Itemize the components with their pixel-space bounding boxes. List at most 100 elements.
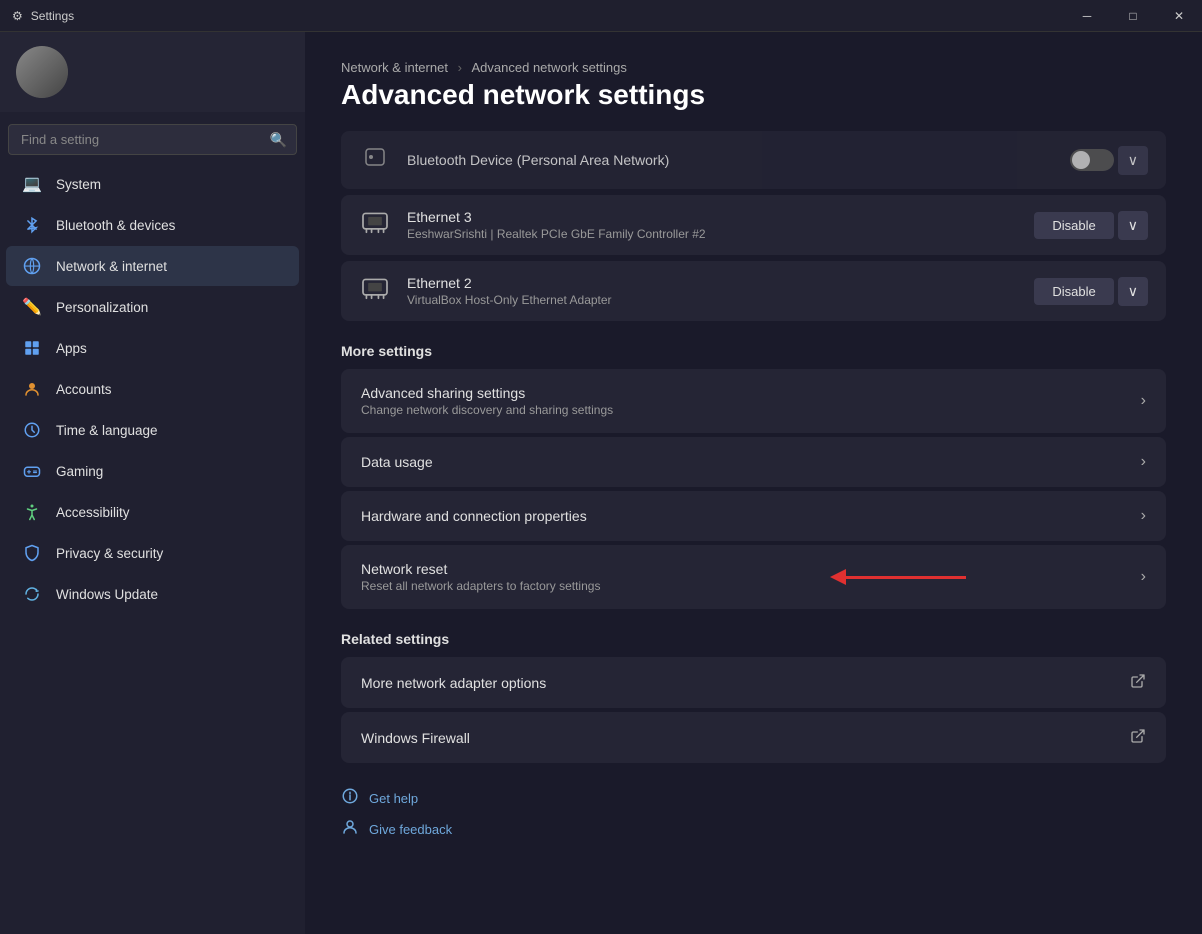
accounts-icon	[22, 379, 42, 399]
adapter-card-bluetooth: Bluetooth Device (Personal Area Network)…	[341, 131, 1166, 189]
content-area: Bluetooth Device (Personal Area Network)…	[305, 131, 1202, 763]
ethernet3-name: Ethernet 3	[407, 209, 1018, 225]
network-icon	[22, 256, 42, 276]
bluetooth-expand-button[interactable]: ∨	[1118, 146, 1148, 175]
sidebar: 🔍 💻 System Bluetooth & devices	[0, 32, 305, 934]
ethernet3-disable-button[interactable]: Disable	[1034, 212, 1113, 239]
ethernet3-expand-button[interactable]: ∨	[1118, 211, 1148, 240]
ethernet2-icon	[359, 276, 391, 306]
sidebar-item-update[interactable]: Windows Update	[6, 574, 299, 614]
adapter-bluetooth-info: Bluetooth Device (Personal Area Network)	[407, 152, 1054, 168]
ethernet2-expand-button[interactable]: ∨	[1118, 277, 1148, 306]
accessibility-icon	[22, 502, 42, 522]
sidebar-item-label: System	[56, 177, 283, 192]
network-label: Network & internet	[56, 259, 283, 274]
page-title: Advanced network settings	[341, 79, 1166, 111]
advanced-sharing-desc: Change network discovery and sharing set…	[361, 403, 1141, 417]
advanced-sharing-row[interactable]: Advanced sharing settings Change network…	[341, 369, 1166, 433]
settings-icon: ⚙	[12, 9, 23, 23]
bluetooth-icon	[22, 215, 42, 235]
network-adapter-options-title: More network adapter options	[361, 675, 1130, 691]
apps-icon	[22, 338, 42, 358]
sidebar-item-personalization[interactable]: ✏️ Personalization	[6, 287, 299, 327]
titlebar-left: ⚙ Settings	[12, 9, 74, 23]
ethernet2-name: Ethernet 2	[407, 275, 1018, 291]
sidebar-item-accessibility[interactable]: Accessibility	[6, 492, 299, 532]
hardware-properties-chevron-icon: ›	[1141, 507, 1146, 525]
time-label: Time & language	[56, 423, 283, 438]
ethernet2-desc: VirtualBox Host-Only Ethernet Adapter	[407, 293, 1018, 307]
give-feedback-label: Give feedback	[369, 822, 452, 837]
ethernet2-info: Ethernet 2 VirtualBox Host-Only Ethernet…	[407, 275, 1018, 307]
sidebar-item-system[interactable]: 💻 System	[6, 164, 299, 204]
titlebar-controls: ─ □ ✕	[1064, 0, 1202, 32]
sidebar-item-gaming[interactable]: Gaming	[6, 451, 299, 491]
windows-firewall-content: Windows Firewall	[361, 730, 1130, 746]
ethernet3-desc: EeshwarSrishti | Realtek PCIe GbE Family…	[407, 227, 1018, 241]
privacy-label: Privacy & security	[56, 546, 283, 561]
sidebar-item-bluetooth[interactable]: Bluetooth & devices	[6, 205, 299, 245]
get-help-icon	[341, 787, 359, 810]
windows-firewall-row[interactable]: Windows Firewall	[341, 712, 1166, 763]
network-reset-title: Network reset	[361, 561, 1141, 577]
bluetooth-label: Bluetooth & devices	[56, 218, 283, 233]
adapter-bluetooth-actions: ∨	[1070, 146, 1148, 175]
windows-firewall-ext-icon	[1130, 728, 1146, 747]
adapter-card-ethernet3: Ethernet 3 EeshwarSrishti | Realtek PCIe…	[341, 195, 1166, 255]
breadcrumb-parent[interactable]: Network & internet	[341, 60, 448, 75]
data-usage-row[interactable]: Data usage ›	[341, 437, 1166, 487]
update-icon	[22, 584, 42, 604]
sidebar-item-time[interactable]: Time & language	[6, 410, 299, 450]
adapter-card-ethernet2: Ethernet 2 VirtualBox Host-Only Ethernet…	[341, 261, 1166, 321]
related-settings-header: Related settings	[341, 631, 1166, 647]
network-reset-chevron-icon: ›	[1141, 568, 1146, 586]
main-content: Network & internet › Advanced network se…	[305, 32, 1202, 934]
advanced-sharing-content: Advanced sharing settings Change network…	[361, 385, 1141, 417]
hardware-properties-row[interactable]: Hardware and connection properties ›	[341, 491, 1166, 541]
data-usage-content: Data usage	[361, 454, 1141, 470]
avatar	[16, 46, 68, 98]
ethernet3-actions: Disable ∨	[1034, 211, 1148, 240]
sidebar-item-privacy[interactable]: Privacy & security	[6, 533, 299, 573]
network-adapter-options-row[interactable]: More network adapter options	[341, 657, 1166, 708]
network-adapter-options-ext-icon	[1130, 673, 1146, 692]
sidebar-item-network[interactable]: Network & internet	[6, 246, 299, 286]
get-help-label: Get help	[369, 791, 418, 806]
get-help-link[interactable]: Get help	[341, 787, 1166, 810]
advanced-sharing-title: Advanced sharing settings	[361, 385, 1141, 401]
time-icon	[22, 420, 42, 440]
personalization-icon: ✏️	[22, 297, 42, 317]
adapter-bluetooth-icon	[359, 145, 391, 175]
personalization-label: Personalization	[56, 300, 283, 315]
network-reset-desc: Reset all network adapters to factory se…	[361, 579, 1141, 593]
apps-label: Apps	[56, 341, 283, 356]
breadcrumb: Network & internet › Advanced network se…	[341, 60, 1166, 75]
close-button[interactable]: ✕	[1156, 0, 1202, 32]
ethernet2-actions: Disable ∨	[1034, 277, 1148, 306]
header: Network & internet › Advanced network se…	[305, 32, 1202, 131]
titlebar-title: Settings	[31, 9, 74, 23]
gaming-icon	[22, 461, 42, 481]
network-reset-row[interactable]: Network reset Reset all network adapters…	[341, 545, 1166, 609]
bluetooth-toggle[interactable]	[1070, 149, 1114, 171]
accessibility-label: Accessibility	[56, 505, 283, 520]
ethernet3-info: Ethernet 3 EeshwarSrishti | Realtek PCIe…	[407, 209, 1018, 241]
breadcrumb-current: Advanced network settings	[472, 60, 627, 75]
advanced-sharing-chevron-icon: ›	[1141, 392, 1146, 410]
titlebar: ⚙ Settings ─ □ ✕	[0, 0, 1202, 32]
search-icon: 🔍	[270, 131, 287, 148]
update-label: Windows Update	[56, 587, 283, 602]
minimize-button[interactable]: ─	[1064, 0, 1110, 32]
give-feedback-icon	[341, 818, 359, 841]
network-adapter-options-content: More network adapter options	[361, 675, 1130, 691]
sidebar-profile	[0, 32, 305, 112]
ethernet2-disable-button[interactable]: Disable	[1034, 278, 1113, 305]
search-input[interactable]	[8, 124, 297, 155]
maximize-button[interactable]: □	[1110, 0, 1156, 32]
sidebar-item-apps[interactable]: Apps	[6, 328, 299, 368]
app-container: 🔍 💻 System Bluetooth & devices	[0, 32, 1202, 934]
give-feedback-link[interactable]: Give feedback	[341, 818, 1166, 841]
sidebar-item-accounts[interactable]: Accounts	[6, 369, 299, 409]
adapter-bluetooth-name: Bluetooth Device (Personal Area Network)	[407, 152, 1054, 168]
search-box: 🔍	[8, 124, 297, 155]
